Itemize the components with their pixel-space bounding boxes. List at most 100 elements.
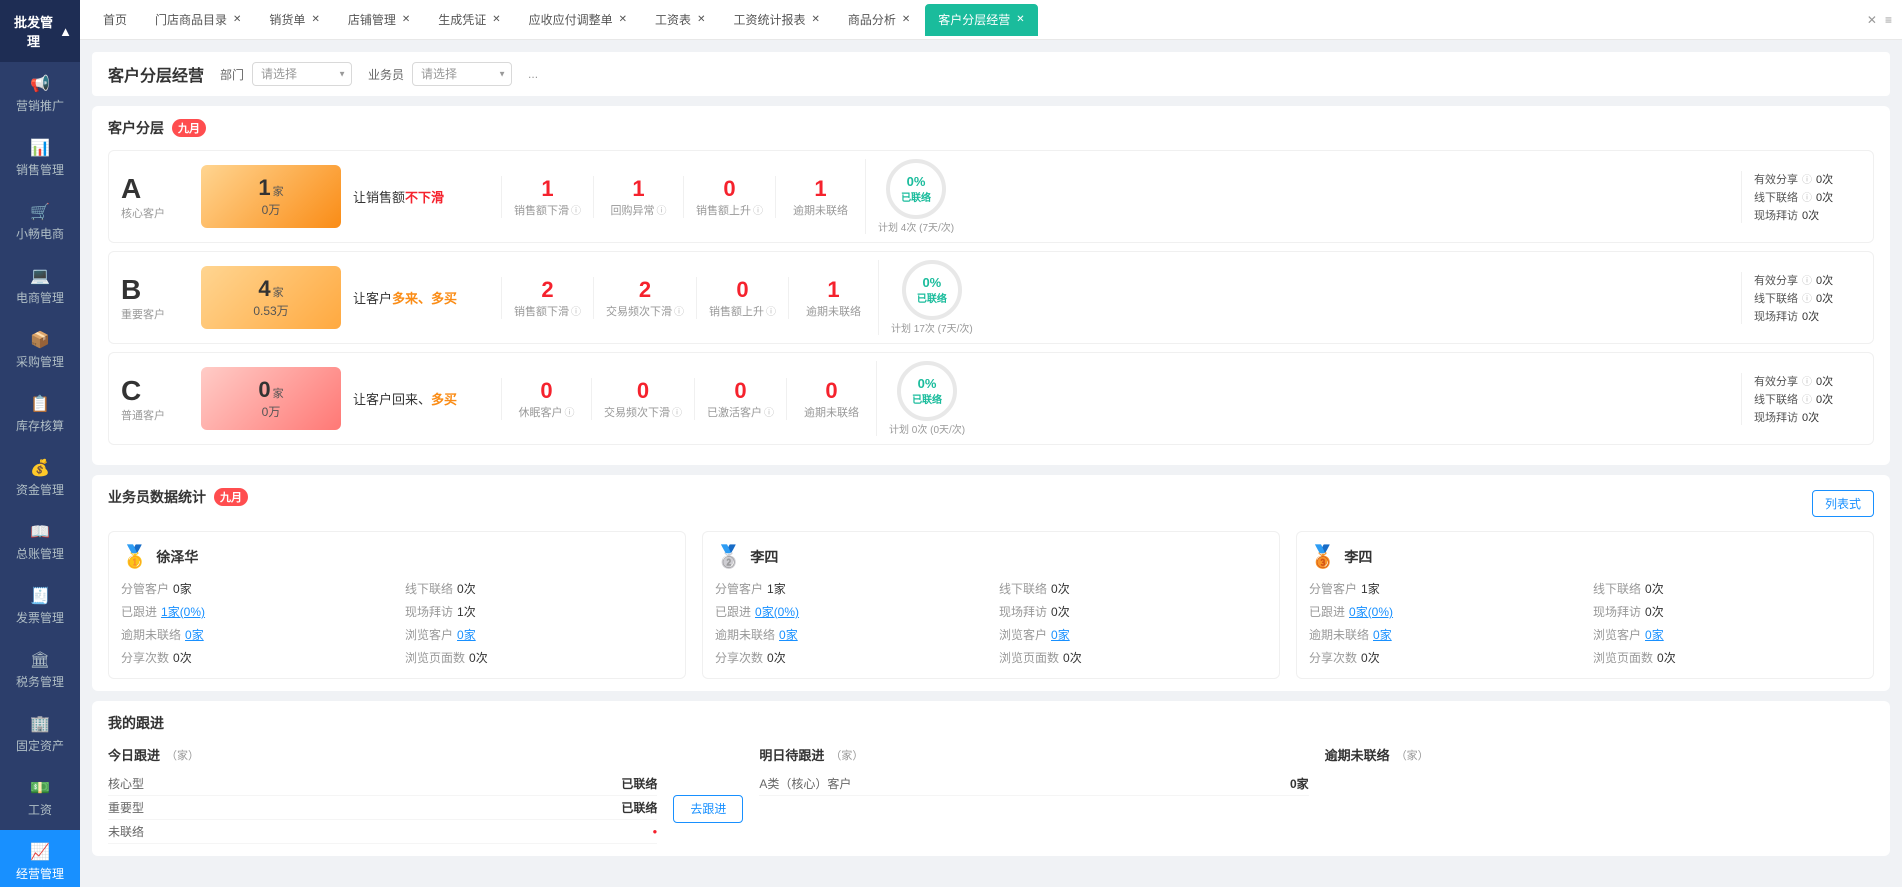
tier-b-slogan: 让客户多来、多买 [341,288,501,307]
sidebar-item-yingxiao[interactable]: 📢 营销推广 [0,62,80,126]
sidebar-item-gongzi[interactable]: 💵 工资 [0,766,80,830]
more-button[interactable]: ... [528,67,538,81]
follow-today-title: 今日跟进 （家） [108,745,657,764]
tab-product-analysis[interactable]: 商品分析 ✕ [835,4,923,36]
sp-stat-row: 现场拜访 0次 [999,603,1267,620]
sidebar-item-label: 销售管理 [16,161,64,178]
tier-b-actions: 有效分享 ⓘ 0次 线下联络 ⓘ 0次 现场拜访 0次 [1741,272,1861,324]
tier-c-count-col: 0 家 0万 [201,367,341,430]
tier-c-stat-0: 0 休眠客户 ⓘ [501,378,591,420]
follow-row: 核心型 已联络 [108,772,657,796]
sidebar-item-label: 资金管理 [16,481,64,498]
follow-overdue-col: 逾期未联络 （家） [1325,745,1874,844]
tier-a-letter: A [121,173,201,205]
tab-payroll-report[interactable]: 工资统计报表 ✕ [720,4,832,36]
tier-a-highlight: 不下滑 [405,190,444,205]
sp-stat-row: 浏览客户 0家 [1593,626,1861,643]
tier-c-trapezoid: 0 家 0万 [201,367,341,430]
page-header: 客户分层经营 部门 请选择 业务员 请选择 ... [92,52,1890,96]
tab-close-icon[interactable]: ✕ [311,14,319,25]
sidebar-item-dianshang[interactable]: 💻 电商管理 [0,254,80,318]
tab-close-icon[interactable]: ✕ [492,14,500,25]
tab-close-icon[interactable]: ✕ [233,14,241,25]
info-icon[interactable]: ⓘ [674,303,684,318]
sidebar-item-jingying[interactable]: 📈 经营管理 ◀ [0,830,80,887]
sp-header-1: 🥈 李四 [715,544,1267,570]
sidebar-item-fapiao[interactable]: 🧾 发票管理 [0,574,80,638]
tier-b-highlight: 多来、多买 [392,291,457,306]
dept-label: 部门 [220,66,244,83]
info-icon[interactable]: ⓘ [1802,391,1812,406]
sidebar-item-xiaochang[interactable]: 🛒 小畅电商 [0,190,80,254]
list-view-button[interactable]: 列表式 [1812,490,1874,517]
tab-close-icon[interactable]: ✕ [697,14,705,25]
info-icon[interactable]: ⓘ [1802,189,1812,204]
tier-b-action-2: 现场拜访 0次 [1754,308,1861,324]
sidebar-item-label: 小畅电商 [16,225,64,242]
info-icon[interactable]: ⓘ [571,303,581,318]
tier-c-label: C 普通客户 [121,375,201,423]
dept-filter: 部门 请选择 [220,62,352,86]
info-icon[interactable]: ⓘ [571,202,581,217]
sidebar-header[interactable]: 批发管理 ▲ [0,0,80,62]
sidebar-item-kucun[interactable]: 📋 库存核算 [0,382,80,446]
tab-sales-order[interactable]: 销货单 ✕ [256,4,332,36]
dept-select[interactable]: 请选择 [252,62,352,86]
sp-stat-row: 分管客户 1家 [715,580,983,597]
sales-select[interactable]: 请选择 [412,62,512,86]
sidebar-collapse-icon[interactable]: ▲ [59,24,72,39]
info-icon[interactable]: ⓘ [657,202,667,217]
tab-store-mgmt[interactable]: 店铺管理 ✕ [335,4,423,36]
tier-c-letter: C [121,375,201,407]
tab-customer-tier[interactable]: 客户分层经营 ✕ [925,4,1037,36]
tab-bar: 首页 门店商品目录 ✕ 销货单 ✕ 店铺管理 ✕ 生成凭证 ✕ 应收应付调整单 … [80,0,1902,40]
sidebar: 批发管理 ▲ 📢 营销推广 📊 销售管理 🛒 小畅电商 💻 电商管理 📦 采购管… [0,0,80,887]
sales-month-badge: 九月 [214,488,248,506]
tab-home[interactable]: 首页 [90,4,140,36]
tab-voucher[interactable]: 生成凭证 ✕ [425,4,513,36]
sales-select-wrapper: 请选择 [412,62,512,86]
sidebar-item-xiaoshou[interactable]: 📊 销售管理 [0,126,80,190]
info-icon[interactable]: ⓘ [672,404,682,419]
sp-stat-row: 现场拜访 0次 [1593,603,1861,620]
info-icon[interactable]: ⓘ [764,404,774,419]
tier-c-circle: 0% 已联络 计划 0次 (0天/次) [876,361,977,436]
sidebar-item-zijin[interactable]: 💰 资金管理 [0,446,80,510]
tab-close-icon[interactable]: ✕ [402,14,410,25]
tab-close-icon[interactable]: ✕ [902,14,910,25]
tab-ar-adjust[interactable]: 应收应付调整单 ✕ [516,4,640,36]
sales-title: 业务员数据统计 九月 [108,487,248,507]
main-area: 首页 门店商品目录 ✕ 销货单 ✕ 店铺管理 ✕ 生成凭证 ✕ 应收应付调整单 … [80,0,1902,887]
info-icon[interactable]: ⓘ [1802,290,1812,305]
sidebar-item-zongzhang[interactable]: 📖 总账管理 [0,510,80,574]
sp-stat-row: 分管客户 0家 [121,580,389,597]
follow-row: 未联络 [108,820,657,844]
sidebar-item-caigou[interactable]: 📦 采购管理 [0,318,80,382]
info-icon[interactable]: ⓘ [753,202,763,217]
tab-close-all-icon[interactable]: ✕ [1867,13,1877,27]
info-icon[interactable]: ⓘ [1802,272,1812,287]
goto-follow-button[interactable]: 去跟进 [673,795,743,823]
tier-a-count: 1 [258,175,270,201]
tier-b-amount: 0.53万 [253,302,288,319]
info-icon[interactable]: ⓘ [565,404,575,419]
tab-payroll[interactable]: 工资表 ✕ [642,4,718,36]
info-icon[interactable]: ⓘ [1802,373,1812,388]
tier-b-name: 重要客户 [121,306,201,322]
sidebar-item-shuiwu[interactable]: 🏛 税务管理 [0,638,80,702]
tier-a-action-2: 现场拜访 0次 [1754,207,1861,223]
sidebar-item-gudingzichan[interactable]: 🏢 固定资产 [0,702,80,766]
tab-close-icon[interactable]: ✕ [1016,14,1024,25]
tab-close-icon[interactable]: ✕ [619,14,627,25]
info-icon[interactable]: ⓘ [766,303,776,318]
sp-stat-row: 现场拜访 1次 [405,603,673,620]
tab-store-products[interactable]: 门店商品目录 ✕ [142,4,254,36]
sidebar-header-label: 批发管理 [8,12,59,50]
info-icon[interactable]: ⓘ [1802,171,1812,186]
follow-today-col: 今日跟进 （家） 核心型 已联络 重要型 已联络 未联络 [108,745,657,844]
follow-row: 重要型 已联络 [108,796,657,820]
tab-menu-icon[interactable]: ≡ [1885,13,1892,27]
customer-tier-section: 客户分层 九月 A 核心客户 1 家 0万 [92,106,1890,465]
tab-close-icon[interactable]: ✕ [811,14,819,25]
sp-name-2: 李四 [1344,547,1372,567]
